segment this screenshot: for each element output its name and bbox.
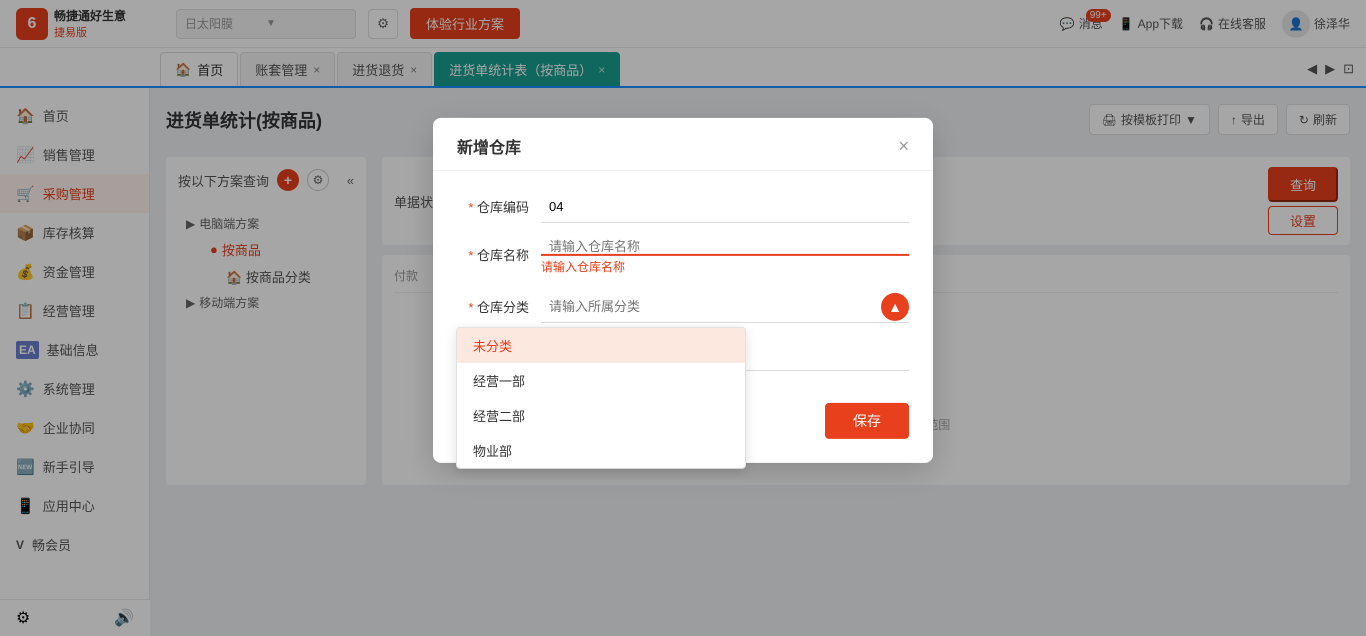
category-toggle-icon: ▲: [888, 298, 902, 314]
code-input[interactable]: [541, 191, 909, 223]
name-error-tip: 请输入仓库名称: [541, 258, 909, 275]
category-label: 仓库分类: [457, 291, 529, 316]
category-input-row: ▲: [541, 291, 909, 323]
name-field-wrap: 请输入仓库名称: [541, 239, 909, 275]
name-input[interactable]: [541, 239, 909, 256]
code-label: 仓库编码: [457, 191, 529, 216]
dropdown-item-3[interactable]: 物业部: [457, 433, 745, 468]
category-dropdown: 未分类 经营一部 经营二部 物业部: [456, 327, 746, 469]
modal-header: 新增仓库 ×: [433, 118, 933, 171]
dropdown-item-1[interactable]: 经营一部: [457, 363, 745, 398]
name-label: 仓库名称: [457, 239, 529, 264]
save-button[interactable]: 保存: [825, 403, 909, 439]
form-row-code: 仓库编码: [457, 191, 909, 223]
new-warehouse-modal: 新增仓库 × 仓库编码 仓库名称 请输入仓库名称 仓库分类 ▲: [433, 118, 933, 463]
dropdown-item-0[interactable]: 未分类: [457, 328, 745, 363]
modal-body: 仓库编码 仓库名称 请输入仓库名称 仓库分类 ▲: [433, 171, 933, 371]
modal-close-button[interactable]: ×: [898, 135, 909, 156]
category-input[interactable]: [541, 299, 881, 314]
dropdown-item-2[interactable]: 经营二部: [457, 398, 745, 433]
modal-title: 新增仓库: [457, 134, 521, 158]
category-field: ▲ 未分类 经营一部 经营二部 物业部: [541, 291, 909, 323]
category-toggle-button[interactable]: ▲: [881, 292, 909, 320]
form-row-category: 仓库分类 ▲ 未分类 经营一部 经营二部 物业部: [457, 291, 909, 323]
form-row-name: 仓库名称 请输入仓库名称: [457, 239, 909, 275]
